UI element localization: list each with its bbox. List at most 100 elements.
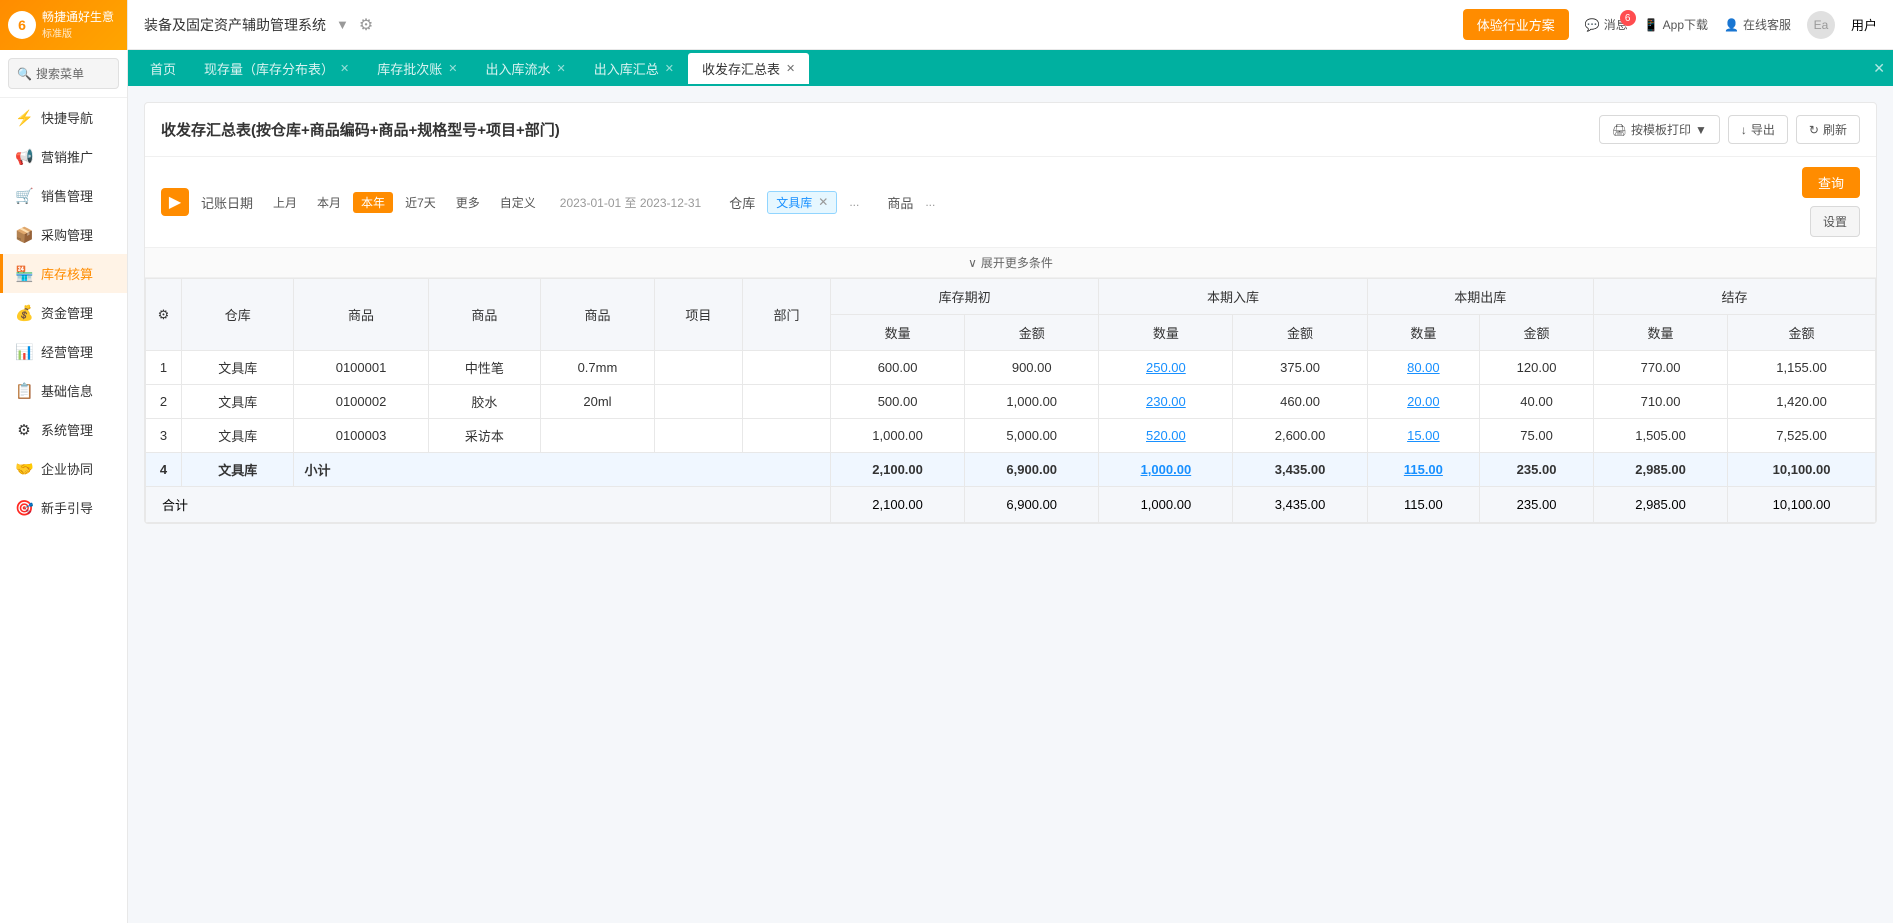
- finance-icon: 💰: [15, 304, 33, 322]
- filter-row-1: ▶ 记账日期 上月 本月 本年 近7天 更多 自定义 2023-01-01 至 …: [161, 167, 1860, 237]
- date-buttons: 上月 本月 本年 近7天 更多 自定义: [265, 192, 544, 213]
- sidebar-item-marketing[interactable]: 📢 营销推广: [0, 137, 127, 176]
- row-in-qty[interactable]: 250.00: [1099, 351, 1233, 385]
- refresh-button[interactable]: ↻ 刷新: [1796, 115, 1860, 144]
- row-warehouse: 文具库: [182, 419, 294, 453]
- refresh-label: 刷新: [1823, 121, 1847, 138]
- tab-summary-in-out-label: 出入库汇总: [594, 59, 659, 78]
- warehouse-tag[interactable]: 文具库 ✕: [767, 191, 837, 214]
- row-product-spec: [541, 419, 655, 453]
- row-in-qty[interactable]: 520.00: [1099, 419, 1233, 453]
- expand-conditions-button[interactable]: ∨ 展开更多条件: [968, 254, 1053, 271]
- tab-receive-send[interactable]: 收发存汇总表 ✕: [688, 53, 809, 84]
- export-button[interactable]: ↓ 导出: [1728, 115, 1788, 144]
- date-btn-more[interactable]: 更多: [448, 192, 488, 213]
- query-button[interactable]: 查询: [1802, 167, 1860, 198]
- table-settings-button[interactable]: 设置: [1810, 206, 1860, 237]
- sidebar-item-purchase[interactable]: 📦 采购管理: [0, 215, 127, 254]
- sidebar-item-label: 经营管理: [41, 342, 93, 361]
- warehouse-more-button[interactable]: ...: [849, 195, 859, 209]
- commodity-more-button[interactable]: ...: [925, 195, 935, 209]
- tab-close-batch[interactable]: ✕: [448, 62, 457, 75]
- sidebar-item-quick-nav[interactable]: ⚡ 快捷导航: [0, 98, 127, 137]
- row-opening-amt: 1,000.00: [965, 385, 1099, 419]
- top-header: 装备及固定资产辅助管理系统 ▼ ⚙ 体验行业方案 💬 消息 6 📱 App下载 …: [128, 0, 1893, 50]
- sidebar-item-guide[interactable]: 🎯 新手引导: [0, 488, 127, 527]
- tab-summary-in-out[interactable]: 出入库汇总 ✕: [580, 53, 688, 84]
- row-out-qty[interactable]: 15.00: [1367, 419, 1480, 453]
- tab-inventory-dist[interactable]: 现存量（库存分布表） ✕: [190, 53, 363, 84]
- row-no: 1: [146, 351, 182, 385]
- search-menu-label: 搜索菜单: [36, 65, 84, 82]
- experience-button[interactable]: 体验行业方案: [1463, 9, 1569, 40]
- tab-batch[interactable]: 库存批次账 ✕: [363, 53, 471, 84]
- sidebar-item-basic-info[interactable]: 📋 基础信息: [0, 371, 127, 410]
- page-header: 收发存汇总表(按仓库+商品编码+商品+规格型号+项目+部门) 🖨 按模板打印 ▼…: [145, 103, 1876, 157]
- total-bal-qty: 2,985.00: [1593, 487, 1727, 523]
- sidebar-item-inventory[interactable]: 🏪 库存核算: [0, 254, 127, 293]
- phone-icon: 📱: [1644, 18, 1659, 32]
- table-row: 3 文具库 0100003 采访本 1,000.00 5,000.00 520.…: [146, 419, 1876, 453]
- tab-close-summary-in-out[interactable]: ✕: [665, 62, 674, 75]
- avatar[interactable]: Ea: [1807, 11, 1835, 39]
- tab-flow[interactable]: 出入库流水 ✕: [471, 53, 579, 84]
- date-btn-this-month[interactable]: 本月: [309, 192, 349, 213]
- row-product-name: 胶水: [428, 385, 540, 419]
- subtotal-out-qty[interactable]: 115.00: [1367, 453, 1480, 487]
- col-product-spec-header: 商品: [541, 279, 655, 351]
- row-out-amt: 120.00: [1480, 351, 1594, 385]
- guide-icon: 🎯: [15, 499, 33, 517]
- app-download-button[interactable]: 📱 App下载: [1644, 16, 1708, 33]
- logo-badge: 标准版: [42, 25, 114, 40]
- print-button[interactable]: 🖨 按模板打印 ▼: [1599, 115, 1720, 144]
- tab-close-inventory-dist[interactable]: ✕: [340, 62, 349, 75]
- sidebar-item-finance[interactable]: 💰 资金管理: [0, 293, 127, 332]
- header-left: 装备及固定资产辅助管理系统 ▼ ⚙: [144, 15, 373, 35]
- row-out-qty[interactable]: 20.00: [1367, 385, 1480, 419]
- tab-home[interactable]: 首页: [136, 53, 190, 84]
- sidebar-item-sales[interactable]: 🛒 销售管理: [0, 176, 127, 215]
- tab-bar: 首页 现存量（库存分布表） ✕ 库存批次账 ✕ 出入库流水 ✕ 出入库汇总 ✕ …: [128, 50, 1893, 86]
- search-menu-button[interactable]: 🔍 搜索菜单: [8, 58, 119, 89]
- col-balance-header: 结存: [1593, 279, 1875, 315]
- row-out-qty[interactable]: 80.00: [1367, 351, 1480, 385]
- row-warehouse: 文具库: [182, 385, 294, 419]
- refresh-icon: ↻: [1809, 123, 1819, 137]
- total-out-qty: 115.00: [1367, 487, 1480, 523]
- total-label: 合计: [146, 487, 831, 523]
- tab-close-receive-send[interactable]: ✕: [786, 62, 795, 75]
- date-btn-custom[interactable]: 自定义: [492, 192, 544, 213]
- row-bal-amt: 1,420.00: [1728, 385, 1876, 419]
- sales-icon: 🛒: [15, 187, 33, 205]
- close-all-tabs-button[interactable]: ✕: [1873, 60, 1885, 77]
- total-bal-amt: 10,100.00: [1728, 487, 1876, 523]
- row-in-qty[interactable]: 230.00: [1099, 385, 1233, 419]
- online-service-button[interactable]: 👤 在线客服: [1724, 16, 1791, 33]
- date-btn-last-month[interactable]: 上月: [265, 192, 305, 213]
- message-button[interactable]: 💬 消息 6: [1585, 16, 1628, 33]
- col-opening-header: 库存期初: [831, 279, 1099, 315]
- subtotal-in-amt: 3,435.00: [1233, 453, 1367, 487]
- table-row: 1 文具库 0100001 中性笔 0.7mm 600.00 900.00 25…: [146, 351, 1876, 385]
- tab-close-flow[interactable]: ✕: [557, 62, 566, 75]
- col-department-header: 部门: [742, 279, 830, 351]
- sidebar-item-label: 采购管理: [41, 225, 93, 244]
- sidebar-item-system[interactable]: ⚙ 系统管理: [0, 410, 127, 449]
- subtotal-in-qty[interactable]: 1,000.00: [1099, 453, 1233, 487]
- dropdown-icon[interactable]: ▼: [336, 17, 349, 32]
- sidebar-item-cooperation[interactable]: 🤝 企业协同: [0, 449, 127, 488]
- date-btn-this-year[interactable]: 本年: [353, 192, 393, 213]
- col-settings-header[interactable]: ⚙: [146, 279, 182, 351]
- marketing-icon: 📢: [15, 148, 33, 166]
- sidebar-logo: 6 畅捷通好生意 标准版: [0, 0, 127, 50]
- sidebar-item-operations[interactable]: 📊 经营管理: [0, 332, 127, 371]
- col-project-header: 项目: [654, 279, 742, 351]
- date-btn-7-days[interactable]: 近7天: [397, 192, 444, 213]
- settings-icon[interactable]: ⚙: [359, 15, 373, 35]
- warehouse-tag-close-button[interactable]: ✕: [818, 195, 828, 209]
- table-container: ⚙ 仓库 商品 商品 商品 项目 部门 库存期初 本期入库 本期出库 结存: [145, 278, 1876, 523]
- sidebar-item-label: 基础信息: [41, 381, 93, 400]
- filter-toggle-button[interactable]: ▶: [161, 188, 189, 216]
- row-in-amt: 460.00: [1233, 385, 1367, 419]
- row-project: [654, 385, 742, 419]
